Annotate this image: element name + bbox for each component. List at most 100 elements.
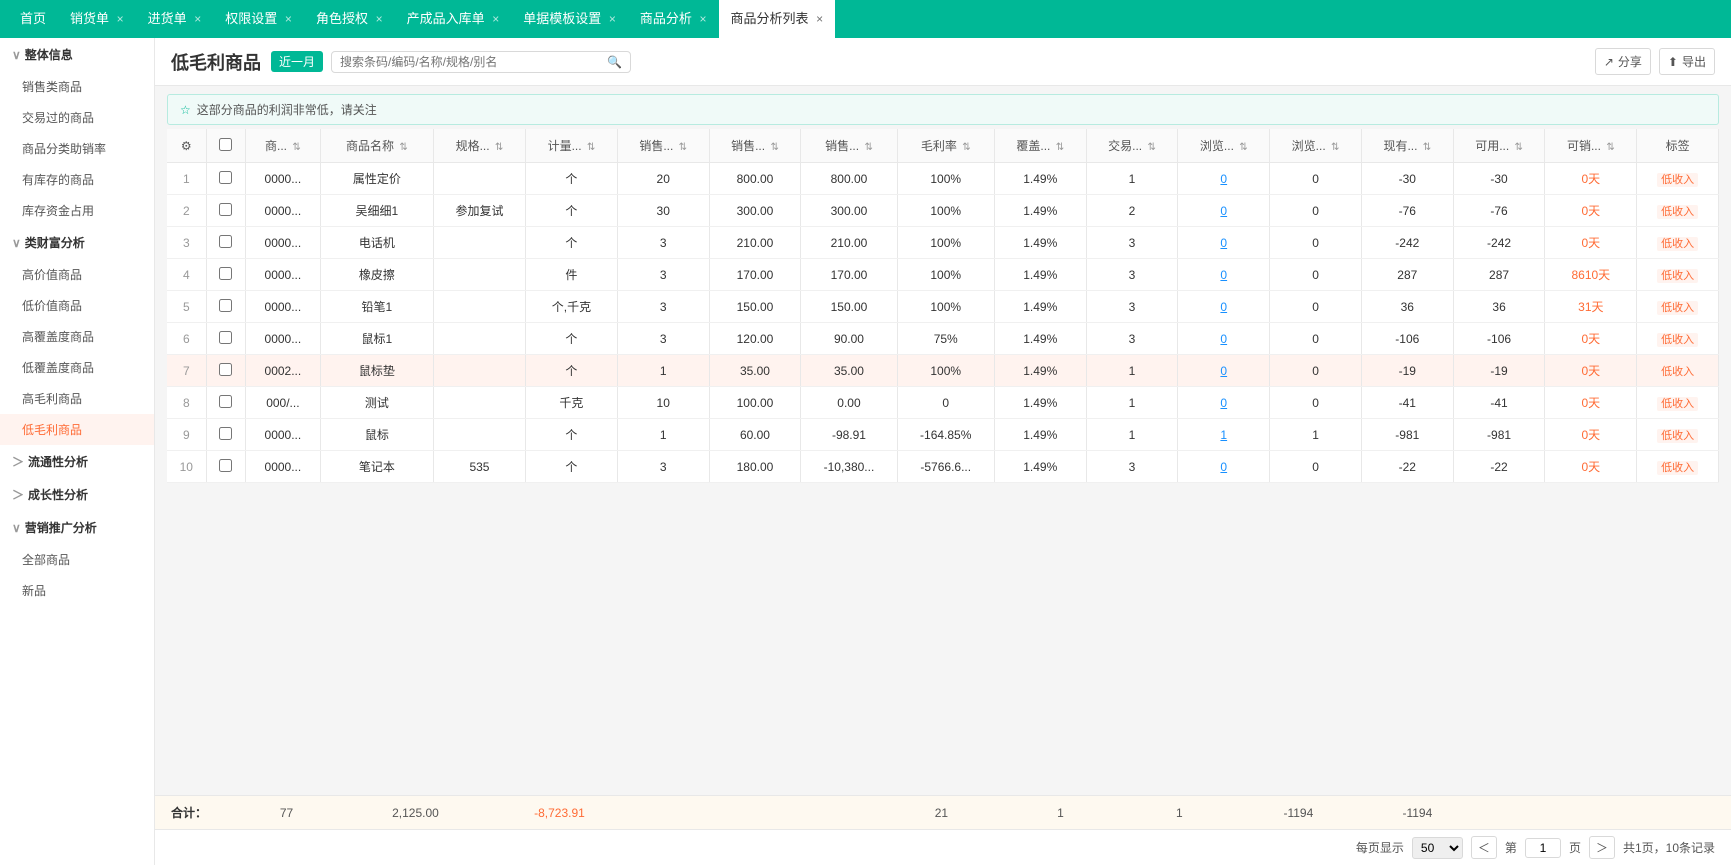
top-nav: 首页 销货单 × 进货单 × 权限设置 × 角色授权 × 产成品入库单 × 单据…	[0, 0, 1731, 38]
share-button[interactable]: ↗ 分享	[1595, 48, 1651, 75]
nav-sales[interactable]: 销货单 ×	[58, 0, 136, 38]
row-checkbox[interactable]	[206, 163, 245, 195]
row-checkbox[interactable]	[206, 227, 245, 259]
row-select-checkbox[interactable]	[219, 235, 232, 248]
sidebar-item-high-value[interactable]: 高价值商品	[0, 259, 154, 290]
col-cover[interactable]: 覆盖... ⇅	[994, 129, 1086, 163]
row-unit: 个	[526, 419, 618, 451]
sidebar-item-low-value[interactable]: 低价值商品	[0, 290, 154, 321]
col-browse1[interactable]: 浏览... ⇅	[1178, 129, 1270, 163]
col-name[interactable]: 商品名称 ⇅	[320, 129, 433, 163]
nav-permissions[interactable]: 权限设置 ×	[213, 0, 304, 38]
prev-page-btn[interactable]: ＜	[1471, 836, 1497, 859]
chevron-right-icon-2: ＞	[12, 486, 24, 503]
col-unit[interactable]: 计量... ⇅	[526, 129, 618, 163]
nav-roles[interactable]: 角色授权 ×	[304, 0, 395, 38]
row-checkbox[interactable]	[206, 451, 245, 483]
row-checkbox[interactable]	[206, 419, 245, 451]
col-tag[interactable]: 标签	[1637, 129, 1719, 163]
row-select-checkbox[interactable]	[219, 363, 232, 376]
sidebar-group-overall[interactable]: ∨整体信息	[0, 38, 154, 71]
sidebar-group-growth[interactable]: ＞成长性分析	[0, 478, 154, 511]
col-gross-rate[interactable]: 毛利率 ⇅	[897, 129, 994, 163]
nav-template-close[interactable]: ×	[609, 12, 616, 26]
export-button[interactable]: ⬆ 导出	[1659, 48, 1715, 75]
nav-purchase[interactable]: 进货单 ×	[136, 0, 214, 38]
row-current: -30	[1361, 163, 1453, 195]
row-checkbox[interactable]	[206, 195, 245, 227]
sidebar-item-traded-goods[interactable]: 交易过的商品	[0, 102, 154, 133]
sidebar-item-new-goods[interactable]: 新品	[0, 575, 154, 606]
nav-template[interactable]: 单据模板设置 ×	[511, 0, 628, 38]
row-browse1[interactable]: 1	[1178, 419, 1270, 451]
col-sales-price[interactable]: 销售... ⇅	[709, 129, 801, 163]
col-checkbox[interactable]	[206, 129, 245, 163]
row-available: 36	[1453, 291, 1545, 323]
sidebar-item-inventory-capital[interactable]: 库存资金占用	[0, 195, 154, 226]
row-select-checkbox[interactable]	[219, 331, 232, 344]
row-select-checkbox[interactable]	[219, 171, 232, 184]
row-sales-price: 60.00	[709, 419, 801, 451]
nav-goods-list-close[interactable]: ×	[816, 12, 823, 26]
col-available[interactable]: 可用... ⇅	[1453, 129, 1545, 163]
row-gross-rate: 100%	[897, 291, 994, 323]
row-checkbox[interactable]	[206, 259, 245, 291]
sidebar: ∨整体信息 销售类商品 交易过的商品 商品分类助销率 有库存的商品 库存资金占用…	[0, 38, 155, 865]
nav-roles-close[interactable]: ×	[376, 12, 383, 26]
sidebar-item-high-coverage[interactable]: 高覆盖度商品	[0, 321, 154, 352]
row-select-checkbox[interactable]	[219, 203, 232, 216]
sidebar-item-category-rate[interactable]: 商品分类助销率	[0, 133, 154, 164]
select-all-checkbox[interactable]	[219, 138, 232, 151]
nav-product-entry-close[interactable]: ×	[492, 12, 499, 26]
col-browse2[interactable]: 浏览... ⇅	[1270, 129, 1362, 163]
sidebar-item-all-goods[interactable]: 全部商品	[0, 544, 154, 575]
nav-goods-analysis[interactable]: 商品分析 ×	[628, 0, 719, 38]
row-sales-price: 300.00	[709, 195, 801, 227]
row-name: 橡皮擦	[320, 259, 433, 291]
nav-permissions-close[interactable]: ×	[285, 12, 292, 26]
sidebar-item-stocked-goods[interactable]: 有库存的商品	[0, 164, 154, 195]
col-current[interactable]: 现有... ⇅	[1361, 129, 1453, 163]
col-code[interactable]: 商... ⇅	[245, 129, 320, 163]
row-select-checkbox[interactable]	[219, 267, 232, 280]
nav-goods-analysis-list[interactable]: 商品分析列表 ×	[719, 0, 836, 38]
col-settings[interactable]: ⚙	[167, 129, 206, 163]
sidebar-item-sales-goods[interactable]: 销售类商品	[0, 71, 154, 102]
row-checkbox[interactable]	[206, 291, 245, 323]
sidebar-group-liquidity[interactable]: ＞流通性分析	[0, 445, 154, 478]
sidebar-item-high-margin[interactable]: 高毛利商品	[0, 383, 154, 414]
row-deal: 1	[1086, 419, 1178, 451]
row-select-checkbox[interactable]	[219, 299, 232, 312]
col-spec[interactable]: 规格... ⇅	[433, 129, 525, 163]
row-current: -242	[1361, 227, 1453, 259]
filter-tag-btn[interactable]: 近一月	[271, 51, 323, 72]
sidebar-item-low-coverage[interactable]: 低覆盖度商品	[0, 352, 154, 383]
row-code: 0000...	[245, 163, 320, 195]
row-spec	[433, 291, 525, 323]
col-sales-amount[interactable]: 销售... ⇅	[801, 129, 897, 163]
col-sales-qty[interactable]: 销售... ⇅	[617, 129, 709, 163]
row-checkbox[interactable]	[206, 323, 245, 355]
search-icon[interactable]: 🔍	[607, 55, 622, 69]
nav-goods-analysis-close[interactable]: ×	[699, 12, 706, 26]
page-input[interactable]	[1525, 838, 1561, 858]
col-deal[interactable]: 交易... ⇅	[1086, 129, 1178, 163]
search-input[interactable]	[340, 55, 603, 69]
next-page-btn[interactable]: ＞	[1589, 836, 1615, 859]
nav-purchase-close[interactable]: ×	[194, 12, 201, 26]
row-checkbox[interactable]	[206, 355, 245, 387]
sidebar-group-marketing[interactable]: ∨营销推广分析	[0, 511, 154, 544]
nav-home[interactable]: 首页	[8, 0, 58, 38]
per-page-select[interactable]: 50 100 200	[1412, 837, 1463, 859]
row-select-checkbox[interactable]	[219, 459, 232, 472]
row-select-checkbox[interactable]	[219, 395, 232, 408]
sidebar-group-wealth[interactable]: ∨类财富分析	[0, 226, 154, 259]
sidebar-item-low-margin[interactable]: 低毛利商品	[0, 414, 154, 445]
row-checkbox[interactable]	[206, 387, 245, 419]
nav-product-entry[interactable]: 产成品入库单 ×	[395, 0, 512, 38]
col-saleable[interactable]: 可销... ⇅	[1545, 129, 1637, 163]
nav-sales-close[interactable]: ×	[117, 12, 124, 26]
footer-current: -1194	[1268, 806, 1328, 820]
row-select-checkbox[interactable]	[219, 427, 232, 440]
table-row: 5 0000... 铅笔1 个,千克 3 150.00 150.00 100% …	[167, 291, 1719, 323]
